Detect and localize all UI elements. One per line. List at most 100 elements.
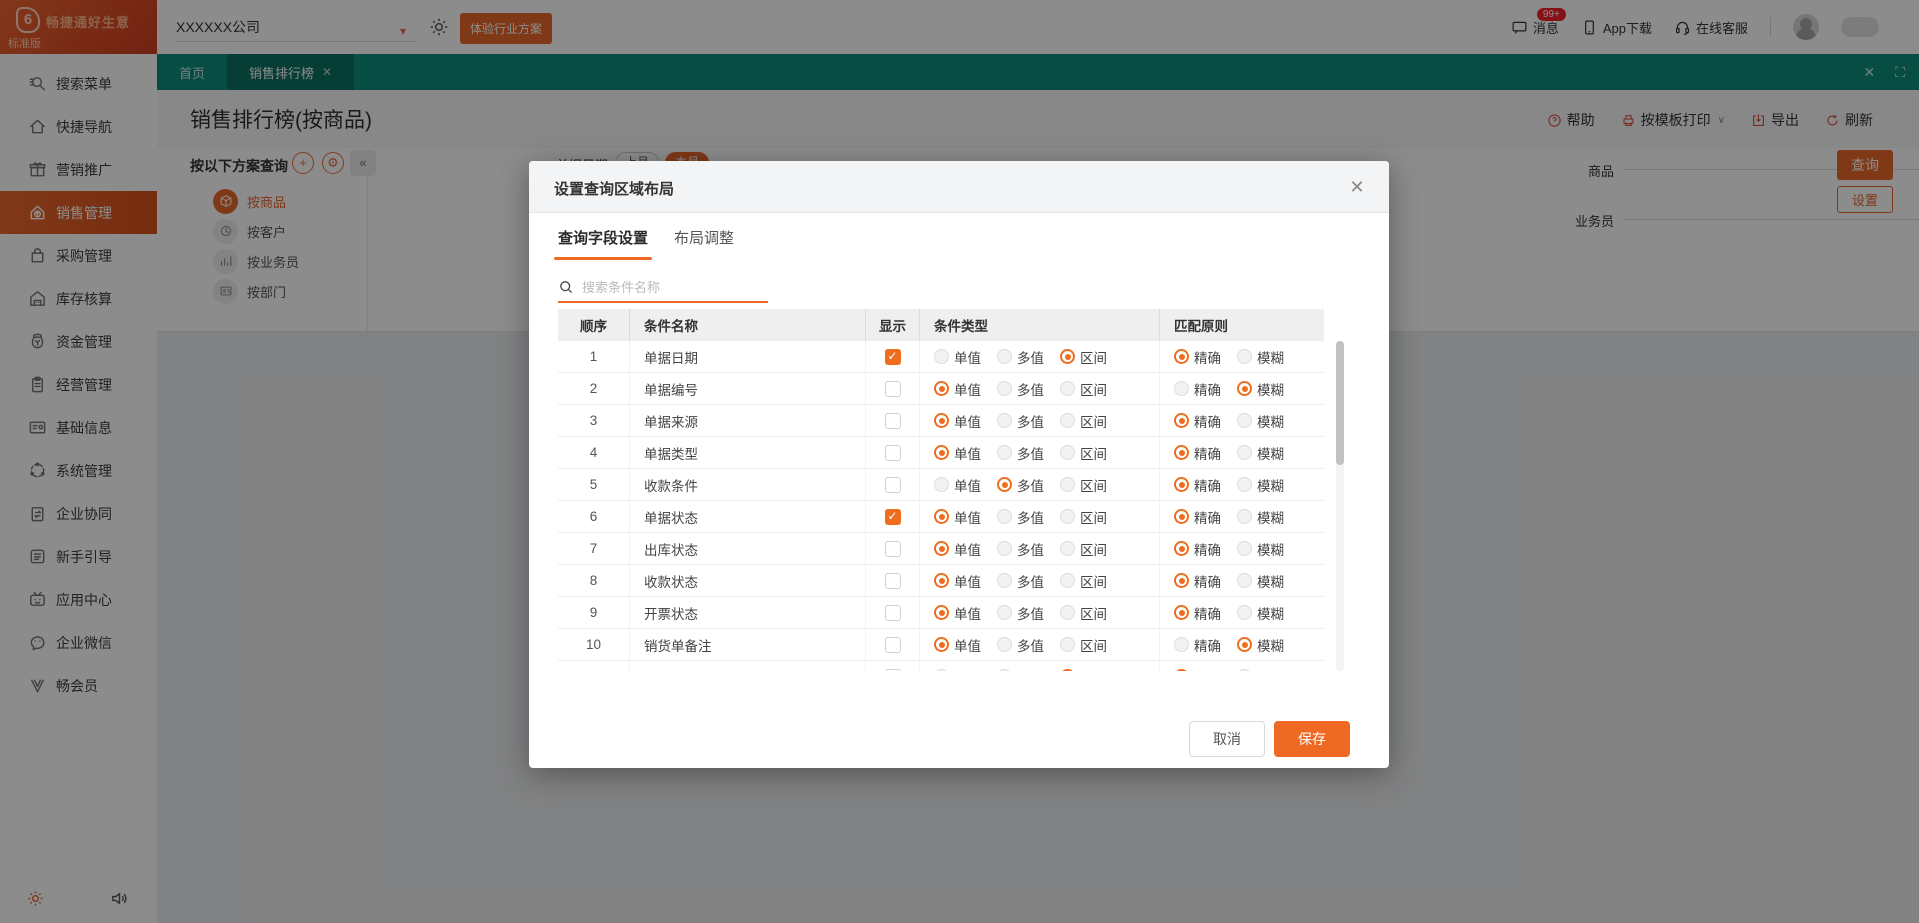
condition-search[interactable] — [558, 273, 768, 303]
radio-option[interactable]: 模糊 — [1237, 347, 1284, 367]
radio-option[interactable]: 多值 — [997, 507, 1044, 527]
radio-option[interactable]: 精确 — [1174, 507, 1221, 527]
radio-option[interactable]: 模糊 — [1237, 379, 1284, 399]
condition-type-radios: 单值 多值 区间 — [920, 661, 1160, 671]
condition-search-input[interactable] — [582, 279, 768, 295]
row-condition-name: 开票状态 — [630, 597, 866, 628]
radio-option[interactable]: 区间 — [1060, 603, 1107, 623]
radio-label: 多值 — [1017, 446, 1044, 462]
radio-option[interactable]: 单值 — [934, 379, 981, 399]
radio-option[interactable]: 单值 — [934, 347, 981, 367]
radio-icon — [1237, 445, 1252, 460]
visible-checkbox[interactable] — [884, 604, 901, 621]
radio-option[interactable]: 区间 — [1060, 539, 1107, 559]
radio-option[interactable]: 精确 — [1174, 667, 1221, 671]
radio-option[interactable]: 模糊 — [1237, 475, 1284, 495]
radio-option[interactable]: 区间 — [1060, 411, 1107, 431]
radio-option[interactable]: 模糊 — [1237, 539, 1284, 559]
radio-icon — [1237, 605, 1252, 620]
match-rule-radios: 精确 模糊 — [1160, 661, 1324, 671]
radio-option[interactable]: 多值 — [997, 603, 1044, 623]
radio-option[interactable]: 精确 — [1174, 379, 1221, 399]
modal-tab[interactable]: 布局调整 — [674, 227, 734, 260]
radio-option[interactable]: 精确 — [1174, 571, 1221, 591]
radio-label: 精确 — [1194, 638, 1221, 654]
radio-option[interactable]: 单值 — [934, 635, 981, 655]
radio-icon — [1060, 541, 1075, 556]
radio-option[interactable]: 精确 — [1174, 411, 1221, 431]
radio-option[interactable]: 多值 — [997, 443, 1044, 463]
radio-option[interactable]: 单值 — [934, 667, 981, 671]
modal-tab[interactable]: 查询字段设置 — [553, 227, 653, 260]
visible-checkbox[interactable] — [884, 412, 901, 429]
radio-icon — [1237, 381, 1252, 396]
radio-label: 多值 — [1017, 478, 1044, 494]
match-rule-radios: 精确 模糊 — [1160, 565, 1324, 596]
radio-option[interactable]: 多值 — [997, 539, 1044, 559]
radio-option[interactable]: 多值 — [997, 379, 1044, 399]
radio-label: 精确 — [1194, 382, 1221, 398]
visible-checkbox[interactable] — [884, 476, 901, 493]
radio-label: 模糊 — [1257, 510, 1284, 526]
radio-option[interactable]: 精确 — [1174, 347, 1221, 367]
radio-icon — [997, 349, 1012, 364]
radio-label: 模糊 — [1257, 446, 1284, 462]
visible-checkbox[interactable] — [884, 572, 901, 589]
radio-option[interactable]: 单值 — [934, 571, 981, 591]
radio-option[interactable]: 多值 — [997, 667, 1044, 671]
radio-option[interactable]: 多值 — [997, 571, 1044, 591]
visible-checkbox[interactable] — [884, 540, 901, 557]
radio-option[interactable]: 单值 — [934, 507, 981, 527]
visible-checkbox[interactable] — [884, 668, 901, 671]
radio-option[interactable]: 精确 — [1174, 475, 1221, 495]
radio-icon — [934, 541, 949, 556]
radio-option[interactable]: 模糊 — [1237, 571, 1284, 591]
table-row: 1单据日期 单值 多值 区间 精确 模糊 — [558, 341, 1324, 373]
visible-checkbox[interactable] — [884, 508, 901, 525]
radio-option[interactable]: 单值 — [934, 411, 981, 431]
radio-option[interactable]: 多值 — [997, 347, 1044, 367]
close-icon[interactable]: ✕ — [1345, 175, 1369, 199]
modal-footer: 取消 保存 — [1189, 721, 1350, 757]
radio-option[interactable]: 单值 — [934, 475, 981, 495]
radio-option[interactable]: 区间 — [1060, 507, 1107, 527]
visible-checkbox[interactable] — [884, 636, 901, 653]
radio-option[interactable]: 多值 — [997, 475, 1044, 495]
radio-option[interactable]: 模糊 — [1237, 507, 1284, 527]
radio-icon — [1237, 349, 1252, 364]
radio-option[interactable]: 模糊 — [1237, 667, 1284, 671]
radio-option[interactable]: 区间 — [1060, 443, 1107, 463]
visible-checkbox[interactable] — [884, 348, 901, 365]
radio-option[interactable]: 区间 — [1060, 571, 1107, 591]
table-scrollbar[interactable] — [1336, 341, 1344, 671]
radio-option[interactable]: 精确 — [1174, 635, 1221, 655]
column-header: 显示 — [866, 309, 920, 341]
radio-option[interactable]: 区间 — [1060, 635, 1107, 655]
visible-checkbox[interactable] — [884, 380, 901, 397]
table-row: 10 销货单备注 单值 多值 区间 精确 模糊 — [558, 629, 1324, 661]
radio-option[interactable]: 模糊 — [1237, 635, 1284, 655]
radio-option[interactable]: 模糊 — [1237, 443, 1284, 463]
visible-checkbox[interactable] — [884, 444, 901, 461]
save-button[interactable]: 保存 — [1274, 721, 1350, 757]
scrollbar-thumb[interactable] — [1336, 341, 1344, 465]
radio-option[interactable]: 区间 — [1060, 347, 1107, 367]
radio-option[interactable]: 模糊 — [1237, 603, 1284, 623]
modal-tabs: 查询字段设置 布局调整 — [553, 227, 734, 260]
radio-option[interactable]: 精确 — [1174, 603, 1221, 623]
radio-option[interactable]: 区间 — [1060, 475, 1107, 495]
radio-option[interactable]: 区间 — [1060, 379, 1107, 399]
cancel-button[interactable]: 取消 — [1189, 721, 1265, 757]
match-rule-radios: 精确 模糊 — [1160, 533, 1324, 564]
radio-label: 单值 — [954, 510, 981, 526]
radio-label: 单值 — [954, 638, 981, 654]
radio-option[interactable]: 多值 — [997, 411, 1044, 431]
radio-option[interactable]: 精确 — [1174, 443, 1221, 463]
radio-option[interactable]: 单值 — [934, 539, 981, 559]
radio-option[interactable]: 精确 — [1174, 539, 1221, 559]
radio-option[interactable]: 模糊 — [1237, 411, 1284, 431]
radio-option[interactable]: 单值 — [934, 603, 981, 623]
radio-option[interactable]: 单值 — [934, 443, 981, 463]
radio-option[interactable]: 区间 — [1060, 667, 1107, 671]
radio-option[interactable]: 多值 — [997, 635, 1044, 655]
